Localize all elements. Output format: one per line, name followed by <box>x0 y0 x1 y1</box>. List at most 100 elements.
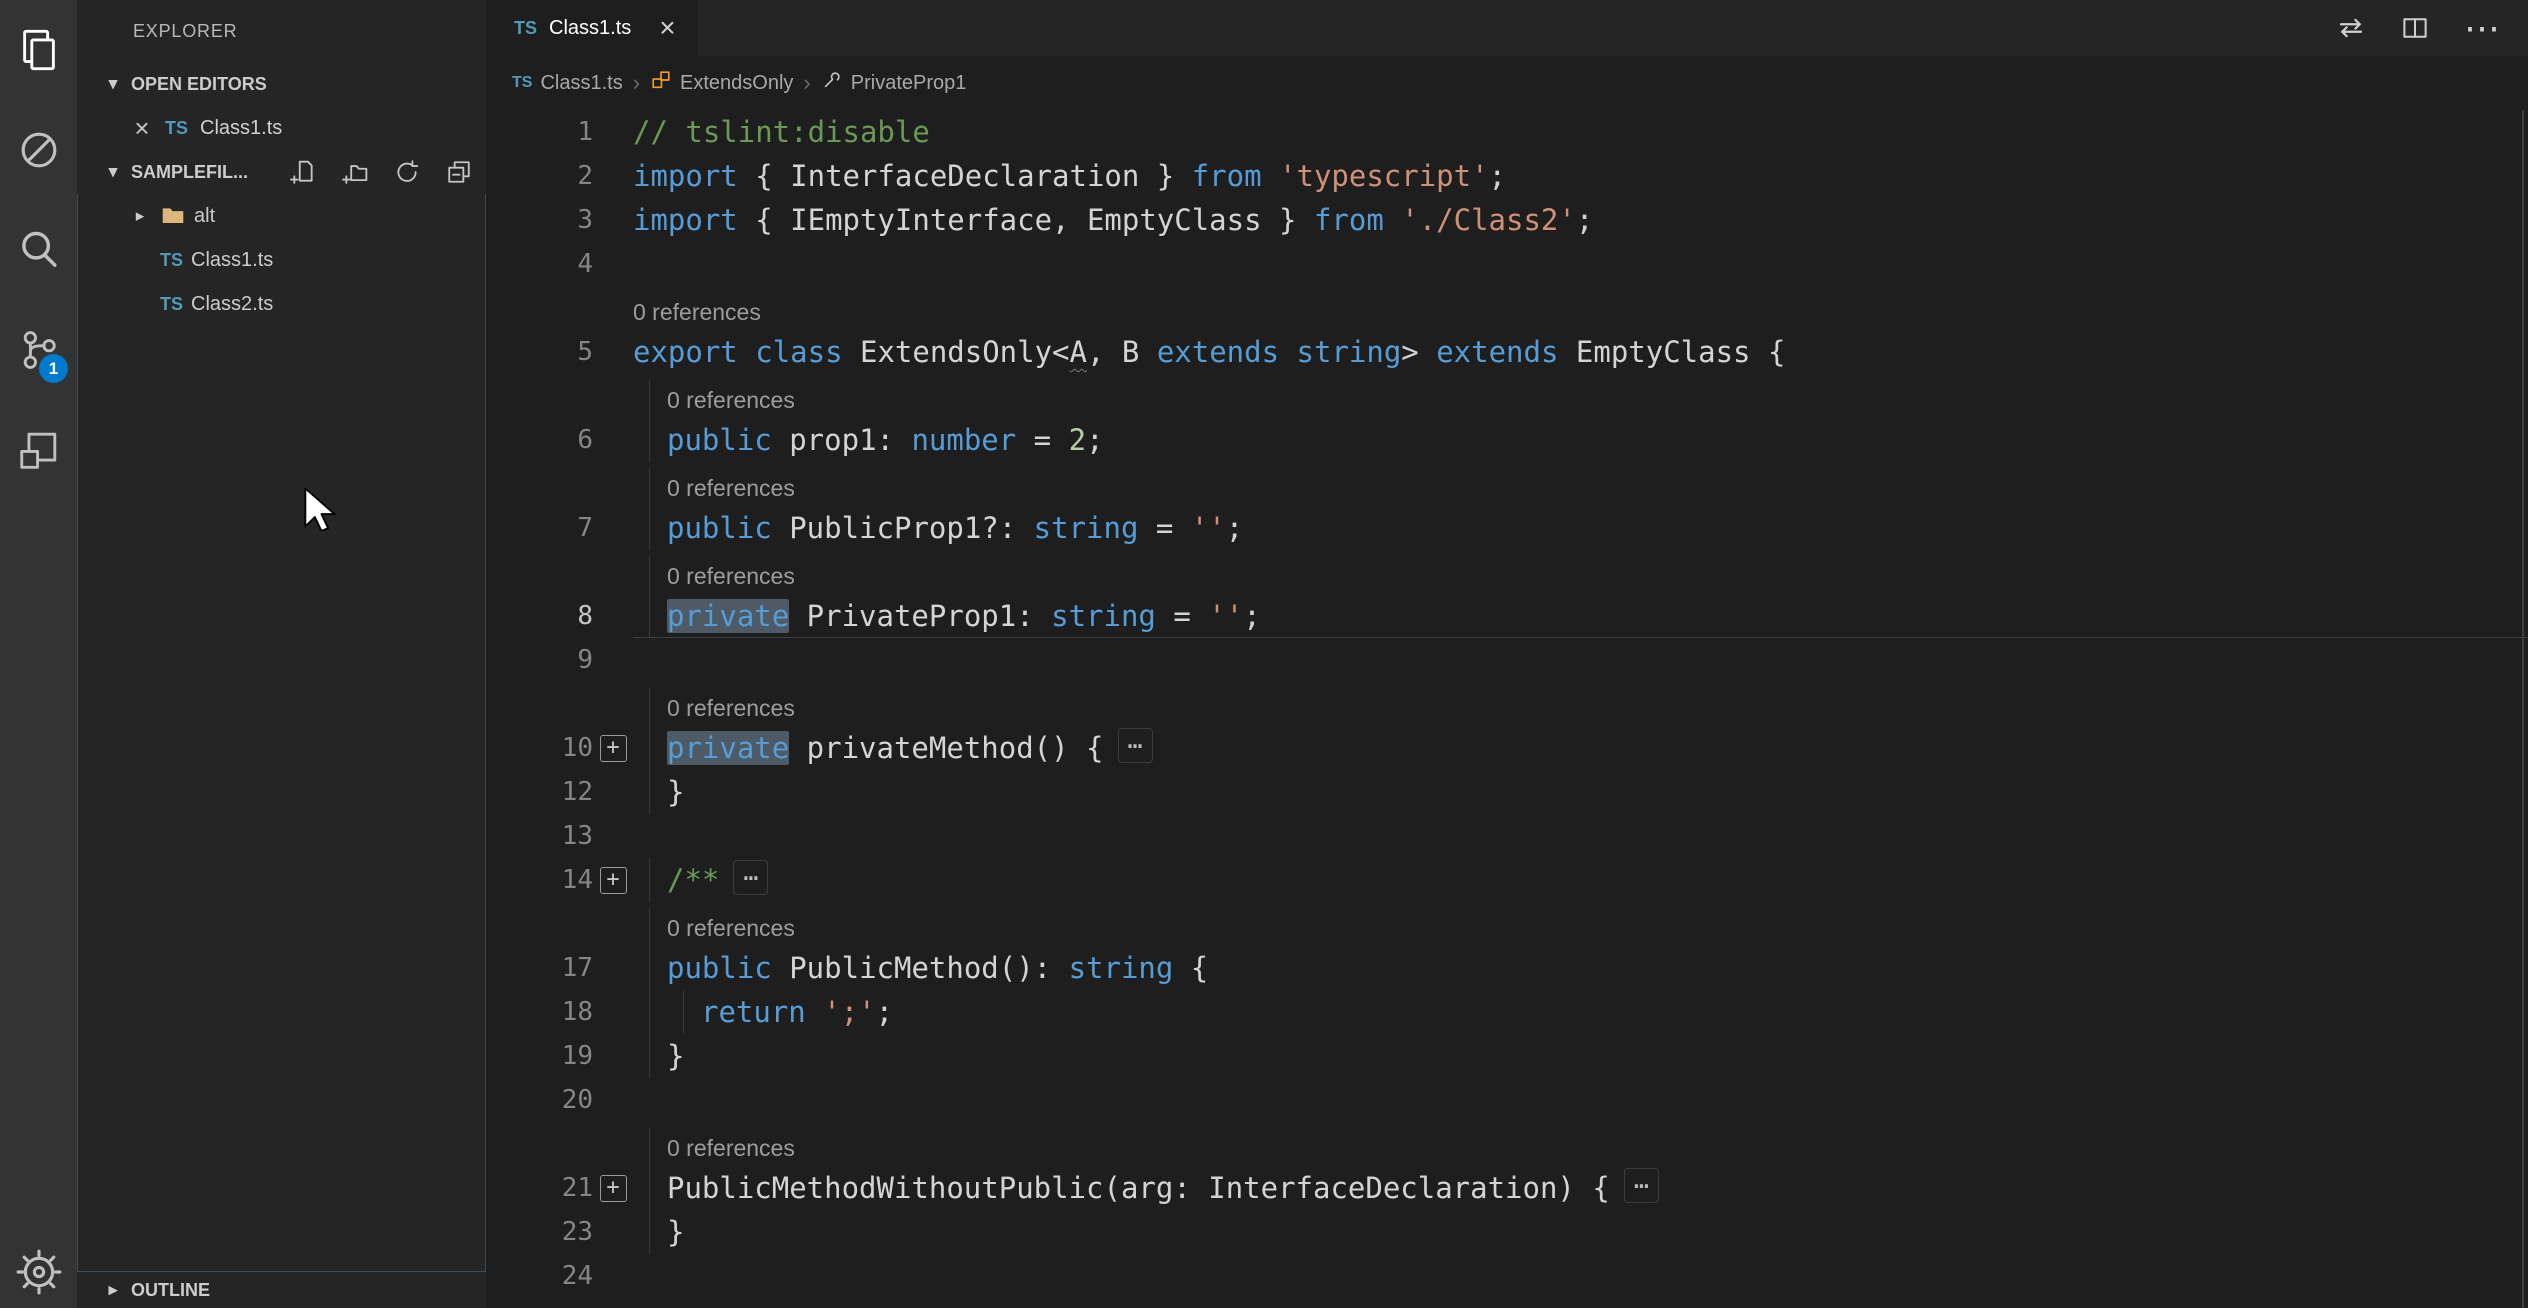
fold-column <box>593 418 633 462</box>
code-line-4: 4 <box>486 242 2528 286</box>
code-token: from <box>1191 159 1262 193</box>
code-token: 'typescript' <box>1279 159 1489 193</box>
code-token: extends <box>1156 335 1280 369</box>
folded-code-ellipsis[interactable]: ⋯ <box>1623 1168 1659 1203</box>
codelens-references[interactable]: 0 references <box>667 915 795 941</box>
code-line-content[interactable]: private privateMethod() {⋯ <box>633 726 2528 770</box>
code-line-content[interactable] <box>633 242 2528 286</box>
open-editor-label: Class1.ts <box>200 116 283 139</box>
folder-section-header[interactable]: ▾ SAMPLEFIL... <box>77 150 486 194</box>
code-token: } <box>667 775 685 809</box>
activity-bar-disable-view[interactable] <box>0 100 77 200</box>
code-line-content[interactable]: return ';'; <box>633 990 2528 1034</box>
editor-actions: ⋯ <box>2336 0 2528 56</box>
code-line-content[interactable] <box>633 1078 2528 1122</box>
code-line-content[interactable]: /** ⋯ <box>633 858 2528 902</box>
breadcrumb-property[interactable]: PrivateProp1 <box>821 69 966 97</box>
code-line-content[interactable]: public PublicProp1?: string = ''; <box>633 506 2528 550</box>
code-line-content[interactable]: } <box>633 1210 2528 1254</box>
code-token: > <box>1401 335 1437 369</box>
activity-bar-source-control[interactable]: 1 <box>0 300 77 400</box>
typescript-file-icon: TS <box>160 293 184 314</box>
activity-bar-extensions[interactable] <box>0 400 77 500</box>
code-line-content[interactable]: 0 references <box>633 1128 2528 1166</box>
code-line-content[interactable]: 0 references <box>633 380 2528 418</box>
indent-guide <box>649 1128 650 1166</box>
code-token: /** <box>667 863 720 897</box>
code-line-content[interactable]: // tslint:disable <box>633 110 2528 154</box>
code-line-content[interactable]: 0 references <box>633 908 2528 946</box>
code-line-content[interactable]: 0 references <box>633 556 2528 594</box>
code-token: public <box>667 423 772 457</box>
codelens-references[interactable]: 0 references <box>633 299 761 325</box>
fold-plus-icon[interactable]: + <box>599 734 627 762</box>
fold-column <box>593 814 633 858</box>
code-token: ; <box>1243 599 1261 633</box>
fold-expand-control[interactable]: + <box>593 858 633 902</box>
codelens-row: 0 references <box>486 374 2528 418</box>
code-line-content[interactable]: export class ExtendsOnly<A, B extends st… <box>633 330 2528 374</box>
tab-label: Class1.ts <box>549 16 632 39</box>
code-line-content[interactable]: 0 references <box>633 688 2528 726</box>
tab-class1[interactable]: TS Class1.ts × <box>486 0 698 56</box>
code-line-content[interactable]: } <box>633 770 2528 814</box>
tab-close-icon[interactable]: × <box>659 14 675 42</box>
tree-item-label: Class2.ts <box>191 292 274 315</box>
activity-bar-search[interactable] <box>0 200 77 300</box>
code-line-content[interactable]: } <box>633 1034 2528 1078</box>
codelens-references[interactable]: 0 references <box>667 1135 795 1161</box>
collapse-folders-button[interactable] <box>446 159 472 185</box>
tree-item-class1[interactable]: TS Class1.ts <box>78 238 485 282</box>
code-line-content[interactable] <box>633 1254 2528 1298</box>
breadcrumb-file[interactable]: TS Class1.ts <box>512 72 623 95</box>
folded-code-ellipsis[interactable]: ⋯ <box>733 860 769 895</box>
codelens-references[interactable]: 0 references <box>667 387 795 413</box>
codelens-references[interactable]: 0 references <box>667 563 795 589</box>
code-line-content[interactable] <box>633 638 2528 682</box>
open-editor-item[interactable]: × TS Class1.ts <box>77 106 486 150</box>
fold-expand-control[interactable]: + <box>593 726 633 770</box>
vscode-window: 1 EXPLORER ▾ OPEN EDITORS × TS Class1.ts… <box>0 0 2528 1308</box>
new-folder-button[interactable] <box>342 159 368 185</box>
editor-scrollbar[interactable] <box>2522 110 2524 1308</box>
code-line-content[interactable]: import { InterfaceDeclaration } from 'ty… <box>633 154 2528 198</box>
activity-bar-explorer[interactable] <box>0 0 77 100</box>
refresh-explorer-button[interactable] <box>394 159 420 185</box>
fold-expand-control[interactable]: + <box>593 1166 633 1210</box>
code-token: ; <box>1488 159 1507 193</box>
code-line-23: 23} <box>486 1210 2528 1254</box>
code-line-content[interactable]: PublicMethodWithoutPublic(arg: Interface… <box>633 1166 2528 1210</box>
open-editors-header[interactable]: ▾ OPEN EDITORS <box>77 62 486 106</box>
code-token: ; <box>875 995 894 1029</box>
breadcrumb-class[interactable]: ExtendsOnly <box>650 69 793 97</box>
codelens-references[interactable]: 0 references <box>667 695 795 721</box>
extensions-icon <box>19 432 56 469</box>
code-token: from <box>1313 203 1384 237</box>
close-icon[interactable]: × <box>131 115 153 141</box>
tree-item-folder-alt[interactable]: ▸ alt <box>78 194 485 238</box>
tree-item-class2[interactable]: TS Class2.ts <box>78 282 485 326</box>
code-line-content[interactable]: public PublicMethod(): string { <box>633 946 2528 990</box>
activity-bar-settings[interactable] <box>0 1236 77 1308</box>
codelens-references[interactable]: 0 references <box>667 475 795 501</box>
code-line-18: 18 return ';'; <box>486 990 2528 1034</box>
code-line-content[interactable] <box>633 814 2528 858</box>
split-editor-icon[interactable] <box>2400 13 2430 43</box>
fold-plus-icon[interactable]: + <box>599 866 627 894</box>
new-file-button[interactable] <box>290 159 316 185</box>
code-line-content[interactable]: 0 references <box>633 292 2528 330</box>
code-line-content[interactable]: private PrivateProp1: string = ''; <box>633 594 2528 638</box>
folded-code-ellipsis[interactable]: ⋯ <box>1117 728 1153 763</box>
swap-arrows-icon[interactable] <box>2336 13 2366 43</box>
code-line-content[interactable]: 0 references <box>633 468 2528 506</box>
more-actions-icon[interactable]: ⋯ <box>2464 10 2500 46</box>
code-line-content[interactable]: public prop1: number = 2; <box>633 418 2528 462</box>
code-line-content[interactable]: import { IEmptyInterface, EmptyClass } f… <box>633 198 2528 242</box>
outline-section-header[interactable]: ▸ OUTLINE <box>77 1272 486 1308</box>
line-number: 6 <box>577 425 593 455</box>
symbol-class-icon <box>650 69 672 97</box>
code-line-10: 10 + private privateMethod() {⋯ <box>486 726 2528 770</box>
fold-column <box>593 154 633 198</box>
fold-plus-icon[interactable]: + <box>599 1174 627 1202</box>
